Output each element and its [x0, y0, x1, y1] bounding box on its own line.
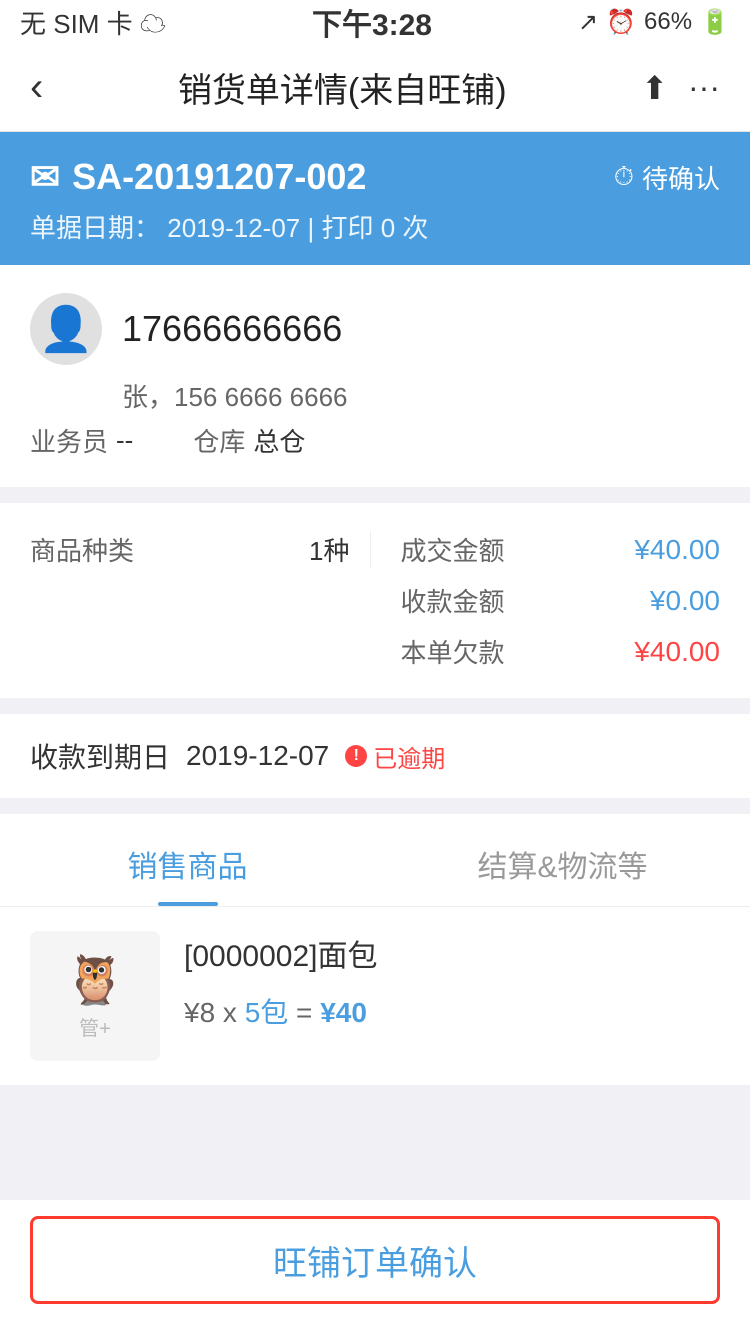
print-unit: 次 [402, 213, 428, 243]
product-info: [0000002]面包 ¥8 x 5包 = ¥40 [184, 931, 720, 1031]
stats-right: 成交金额 ¥40.00 收款金额 ¥0.00 本单欠款 ¥40.00 [371, 531, 721, 670]
stats-section: 商品种类 1种 成交金额 ¥40.00 收款金额 ¥0.00 本单欠款 ¥40.… [0, 503, 750, 698]
customer-row: 👤 17666666666 [30, 293, 720, 365]
status-right: ↗ ⏰ 66% 🔋 [578, 8, 730, 37]
sales-value: -- [116, 425, 133, 456]
back-button[interactable]: ‹ [30, 65, 43, 110]
product-total: ¥40 [320, 997, 367, 1028]
product-name-text: 面包 [317, 940, 377, 973]
order-icon: ✉ [30, 156, 60, 198]
customer-section: 👤 17666666666 张，156 6666 6666 业务员 -- 仓库 … [0, 265, 750, 487]
price-base: ¥8 x [184, 997, 245, 1028]
sales-item: 业务员 -- [30, 422, 133, 459]
confirm-order-button[interactable]: 旺铺订单确认 [30, 1216, 720, 1304]
status-label: 待确认 [642, 159, 720, 196]
received-value: ¥0.00 [650, 585, 720, 617]
product-price: ¥8 x 5包 = ¥40 [184, 991, 720, 1031]
customer-meta: 业务员 -- 仓库 总仓 [30, 422, 720, 459]
product-qty: 5包 [245, 997, 289, 1028]
product-name: [0000002]面包 [184, 931, 720, 975]
tabs-section: 销售商品 结算&物流等 🦉 管+ [0000002]面包 ¥8 x 5包 = ¥… [0, 814, 750, 1085]
amount-label: 成交金额 [401, 531, 505, 568]
page-title: 销货单详情(来自旺铺) [178, 63, 507, 112]
product-item: 🦉 管+ [0000002]面包 ¥8 x 5包 = ¥40 [0, 907, 750, 1085]
order-id-row: ✉ SA-20191207-002 ⏱ 待确认 [30, 156, 720, 198]
equals-sign: = [288, 997, 320, 1028]
customer-phone: 17666666666 [122, 308, 342, 350]
status-bar: 无 SIM 卡 ☁ 下午3:28 ↗ ⏰ 66% 🔋 [0, 0, 750, 44]
received-label: 收款金额 [401, 582, 505, 619]
warehouse-label: 仓库 [193, 422, 245, 459]
tab-settlement-label: 结算&物流等 [477, 851, 647, 884]
print-label: | 打印 [307, 213, 373, 243]
due-date-section: 收款到期日 2019-12-07 ! 已逾期 [0, 714, 750, 798]
category-value: 1种 [309, 531, 349, 568]
owed-value: ¥40.00 [634, 636, 720, 668]
warehouse-item: 仓库 总仓 [193, 422, 305, 459]
status-left: 无 SIM 卡 ☁ [20, 4, 166, 41]
product-thumbnail: 🦉 管+ [30, 931, 160, 1061]
order-id: ✉ SA-20191207-002 [30, 156, 366, 198]
category-label: 商品种类 [30, 531, 134, 568]
order-id-text: SA-20191207-002 [72, 156, 366, 198]
overdue-text: 已逾期 [373, 739, 445, 774]
nav-bar: ‹ 销货单详情(来自旺铺) ⬆ ··· [0, 44, 750, 132]
status-time: 下午3:28 [312, 0, 432, 44]
tabs-row: 销售商品 结算&物流等 [0, 814, 750, 907]
product-thumb-text: 管+ [79, 1012, 111, 1041]
order-date-row: 单据日期： 2019-12-07 | 打印 0 次 [30, 208, 720, 245]
order-header: ✉ SA-20191207-002 ⏱ 待确认 单据日期： 2019-12-07… [0, 132, 750, 265]
stats-left: 商品种类 1种 [30, 531, 371, 568]
received-row: 收款金额 ¥0.00 [401, 582, 721, 619]
tab-settlement[interactable]: 结算&物流等 [375, 814, 750, 906]
confirm-button-wrapper: 旺铺订单确认 [0, 1200, 750, 1334]
battery-icon: 🔋 [700, 8, 730, 37]
avatar: 👤 [30, 293, 102, 365]
owed-row: 本单欠款 ¥40.00 [401, 633, 721, 670]
product-thumb-icon: 🦉 [65, 951, 125, 1008]
sim-label: 无 SIM 卡 ☁ [20, 4, 166, 41]
overdue-badge: ! 已逾期 [345, 739, 445, 774]
due-label: 收款到期日 [30, 736, 170, 776]
tab-products[interactable]: 销售商品 [0, 814, 375, 906]
battery-label: 66% [644, 8, 692, 36]
alarm-icon: ⏰ [606, 8, 636, 37]
due-date-value: 2019-12-07 [186, 740, 329, 772]
confirm-button-label: 旺铺订单确认 [273, 1236, 477, 1285]
tab-products-label: 销售商品 [128, 851, 248, 884]
avatar-icon: 👤 [39, 303, 94, 355]
date-label: 单据日期： [30, 213, 160, 243]
overdue-icon: ! [345, 745, 367, 767]
gps-icon: ↗ [578, 8, 598, 37]
customer-name: 张，156 6666 6666 [122, 377, 720, 414]
amount-value: ¥40.00 [634, 534, 720, 566]
amount-row: 成交金额 ¥40.00 [401, 531, 721, 568]
category-row: 商品种类 1种 [30, 531, 350, 568]
product-code: [0000002] [184, 940, 317, 973]
order-status: ⏱ 待确认 [614, 159, 720, 196]
warehouse-value: 总仓 [253, 422, 305, 459]
date-value: 2019-12-07 [167, 213, 300, 243]
print-count: 0 [381, 213, 395, 243]
status-clock-icon: ⏱ [614, 161, 634, 193]
share-icon[interactable]: ⬆ [641, 69, 668, 107]
sales-label: 业务员 [30, 422, 108, 459]
owed-label: 本单欠款 [401, 633, 505, 670]
nav-right: ⬆ ··· [641, 69, 720, 107]
more-icon[interactable]: ··· [688, 69, 720, 106]
nav-left: ‹ [30, 65, 43, 110]
